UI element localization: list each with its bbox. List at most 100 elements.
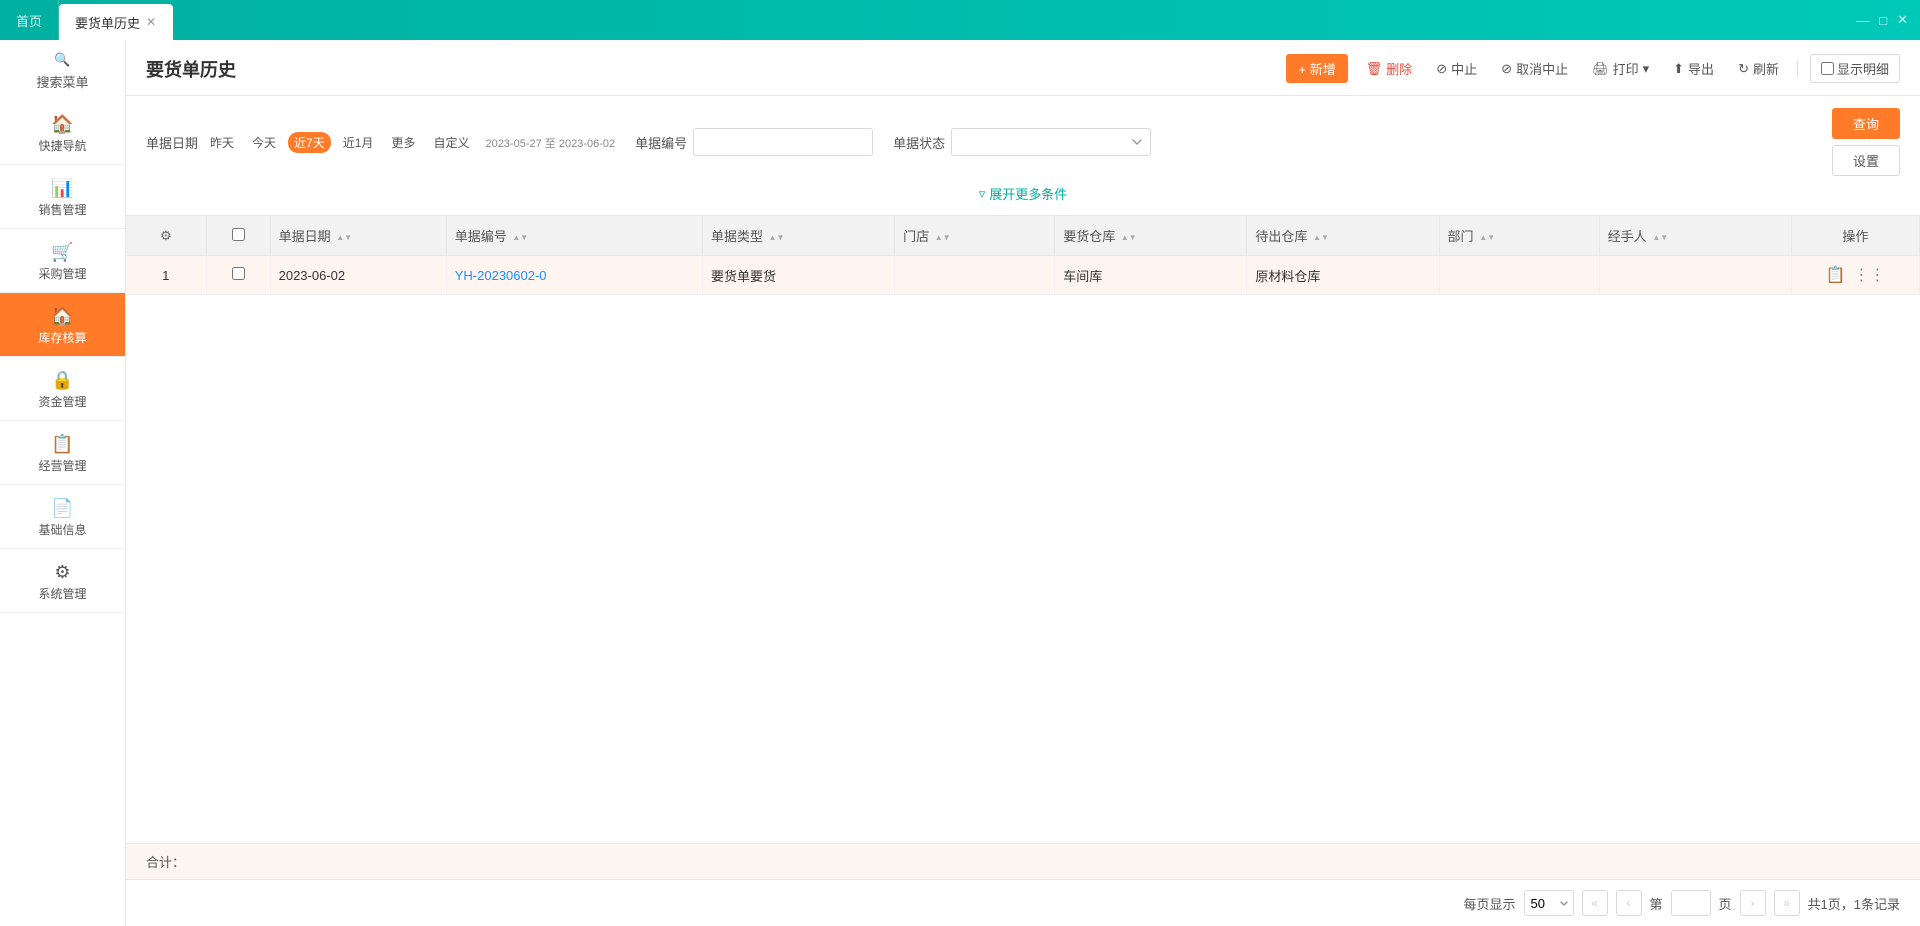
print-dropdown-icon: ▾: [1643, 61, 1650, 77]
date-shortcut-1month[interactable]: 近1月: [337, 132, 380, 153]
doc-icon: 📄: [51, 499, 73, 517]
date-shortcut-yesterday[interactable]: 昨天: [204, 132, 240, 153]
page-label-before: 第: [1650, 894, 1663, 913]
per-page-select[interactable]: 20 50 100: [1524, 890, 1574, 916]
sort-handler-icon[interactable]: ▲▼: [1652, 234, 1668, 242]
docnum-input[interactable]: [693, 128, 873, 156]
new-button[interactable]: + 新增: [1286, 54, 1347, 83]
display-detail-checkbox[interactable]: [1821, 62, 1834, 75]
date-shortcut-today[interactable]: 今天: [246, 132, 282, 153]
main-layout: 🔍 搜索菜单 🏠 快捷导航 📊 销售管理 🛒 采购管理 🏠 库存核算 🔒 资金管…: [0, 40, 1920, 926]
tab-close-icon[interactable]: ✕: [146, 15, 156, 29]
cell-ops: 📋 ⋮⋮: [1791, 256, 1919, 295]
sort-dept-icon[interactable]: ▲▼: [1479, 234, 1495, 242]
footer-total-label: 合计：: [146, 852, 185, 871]
sidebar-item-ops-mgmt[interactable]: 📋 经营管理: [0, 421, 125, 485]
sort-warehouse-icon[interactable]: ▲▼: [1121, 234, 1137, 242]
sidebar-item-sales-mgmt[interactable]: 📊 销售管理: [0, 165, 125, 229]
sort-date-icon[interactable]: ▲▼: [336, 234, 352, 242]
sidebar-item-purchase-label: 采购管理: [38, 265, 86, 282]
th-pending: 待出仓库 ▲▼: [1247, 216, 1439, 256]
display-detail-button[interactable]: 显示明细: [1810, 54, 1900, 83]
delete-icon: 🗑: [1366, 61, 1383, 77]
close-icon[interactable]: ✕: [1897, 12, 1908, 28]
cell-check: [206, 256, 270, 295]
docstatus-label: 单据状态: [893, 133, 945, 152]
toolbar: + 新增 🗑 删除 ⊘ 中止 ⊘ 取消中止 🖨: [1286, 54, 1900, 83]
next-page-button[interactable]: ›: [1740, 890, 1766, 916]
page-title-row: 要货单历史 + 新增 🗑 删除 ⊘ 中止 ⊘ 取消中止: [146, 54, 1900, 83]
cell-type: 要货单要货: [702, 256, 894, 295]
maximize-icon[interactable]: □: [1879, 13, 1887, 28]
cell-handler: [1599, 256, 1791, 295]
stop-button[interactable]: ⊘ 中止: [1430, 55, 1483, 82]
docnum-label: 单据编号: [635, 133, 687, 152]
sidebar: 🔍 搜索菜单 🏠 快捷导航 📊 销售管理 🛒 采购管理 🏠 库存核算 🔒 资金管…: [0, 40, 126, 926]
page-header: 要货单历史 + 新增 🗑 删除 ⊘ 中止 ⊘ 取消中止: [126, 40, 1920, 96]
expand-more-icon: ▿: [979, 186, 986, 202]
refresh-icon: ↻: [1738, 61, 1749, 77]
first-page-button[interactable]: «: [1582, 890, 1608, 916]
row-checkbox[interactable]: [232, 267, 245, 280]
more-ops-icon[interactable]: ⋮⋮: [1853, 265, 1885, 285]
sidebar-item-sales-label: 销售管理: [38, 201, 86, 218]
minimize-icon[interactable]: —: [1856, 13, 1869, 28]
cell-warehouse: 车间库: [1055, 256, 1247, 295]
cell-store: [895, 256, 1055, 295]
sidebar-item-inventory[interactable]: 🏠 库存核算: [0, 293, 125, 357]
last-page-button[interactable]: »: [1774, 890, 1800, 916]
tab-home[interactable]: 首页: [0, 0, 59, 40]
table-settings-icon[interactable]: ⚙: [160, 228, 172, 243]
th-ops: 操作: [1791, 216, 1919, 256]
refresh-button[interactable]: ↻ 刷新: [1732, 55, 1785, 82]
cell-index: 1: [126, 256, 206, 295]
edit-icon[interactable]: 📋: [1825, 265, 1845, 285]
sidebar-item-sys-mgmt[interactable]: ⚙ 系统管理: [0, 549, 125, 613]
toolbar-divider: [1797, 61, 1798, 77]
sidebar-item-purchase-mgmt[interactable]: 🛒 采购管理: [0, 229, 125, 293]
top-bar: 首页 要货单历史 ✕ — □ ✕: [0, 0, 1920, 40]
docstatus-select[interactable]: [951, 128, 1151, 156]
sidebar-item-fund-mgmt[interactable]: 🔒 资金管理: [0, 357, 125, 421]
docstatus-filter-item: 单据状态: [893, 128, 1151, 156]
tab-requisition-history[interactable]: 要货单历史 ✕: [59, 4, 173, 40]
select-all-checkbox[interactable]: [232, 228, 245, 241]
doc-num-link[interactable]: YH-20230602-0: [455, 268, 547, 283]
table-header-row: ⚙ 单据日期 ▲▼ 单据编号 ▲▼: [126, 216, 1920, 256]
date-shortcut-custom[interactable]: 自定义: [427, 132, 475, 153]
th-store: 门店 ▲▼: [895, 216, 1055, 256]
sidebar-search-label: 搜索菜单: [36, 72, 88, 91]
stop-icon: ⊘: [1436, 61, 1447, 77]
inventory-icon: 🏠: [51, 307, 73, 325]
date-shortcut-7days[interactable]: 近7天: [288, 132, 331, 153]
delete-button[interactable]: 🗑 删除: [1360, 55, 1419, 82]
print-icon: 🖨: [1592, 61, 1609, 77]
display-detail-label: 显示明细: [1837, 59, 1889, 78]
th-type: 单据类型 ▲▼: [702, 216, 894, 256]
sidebar-item-basic-info[interactable]: 📄 基础信息: [0, 485, 125, 549]
delete-button-label: 删除: [1386, 59, 1412, 78]
cancel-stop-button[interactable]: ⊘ 取消中止: [1495, 55, 1574, 82]
sort-type-icon[interactable]: ▲▼: [769, 234, 785, 242]
date-shortcut-more[interactable]: 更多: [385, 132, 421, 153]
sidebar-item-fund-label: 资金管理: [38, 393, 86, 410]
date-filter-label: 单据日期: [146, 133, 198, 152]
data-table: ⚙ 单据日期 ▲▼ 单据编号 ▲▼: [126, 216, 1920, 295]
table-area: ⚙ 单据日期 ▲▼ 单据编号 ▲▼: [126, 216, 1920, 843]
page-input[interactable]: 1: [1671, 890, 1711, 916]
prev-page-button[interactable]: ‹: [1616, 890, 1642, 916]
query-button[interactable]: 查询: [1832, 108, 1900, 139]
page-title: 要货单历史: [146, 56, 236, 82]
export-button[interactable]: ⬆ 导出: [1667, 55, 1720, 82]
print-button[interactable]: 🖨 打印 ▾: [1586, 55, 1655, 82]
settings-button[interactable]: 设置: [1832, 145, 1900, 176]
sort-num-icon[interactable]: ▲▼: [512, 234, 528, 242]
sidebar-item-ops-label: 经营管理: [38, 457, 86, 474]
sort-store-icon[interactable]: ▲▼: [935, 234, 951, 242]
sort-pending-icon[interactable]: ▲▼: [1313, 234, 1329, 242]
expand-more-button[interactable]: ▿ 展开更多条件: [146, 184, 1900, 203]
sidebar-search[interactable]: 🔍 搜索菜单: [0, 40, 125, 101]
per-page-label: 每页显示: [1463, 894, 1515, 913]
sidebar-item-quick-nav[interactable]: 🏠 快捷导航: [0, 101, 125, 165]
cell-date: 2023-06-02: [270, 256, 446, 295]
